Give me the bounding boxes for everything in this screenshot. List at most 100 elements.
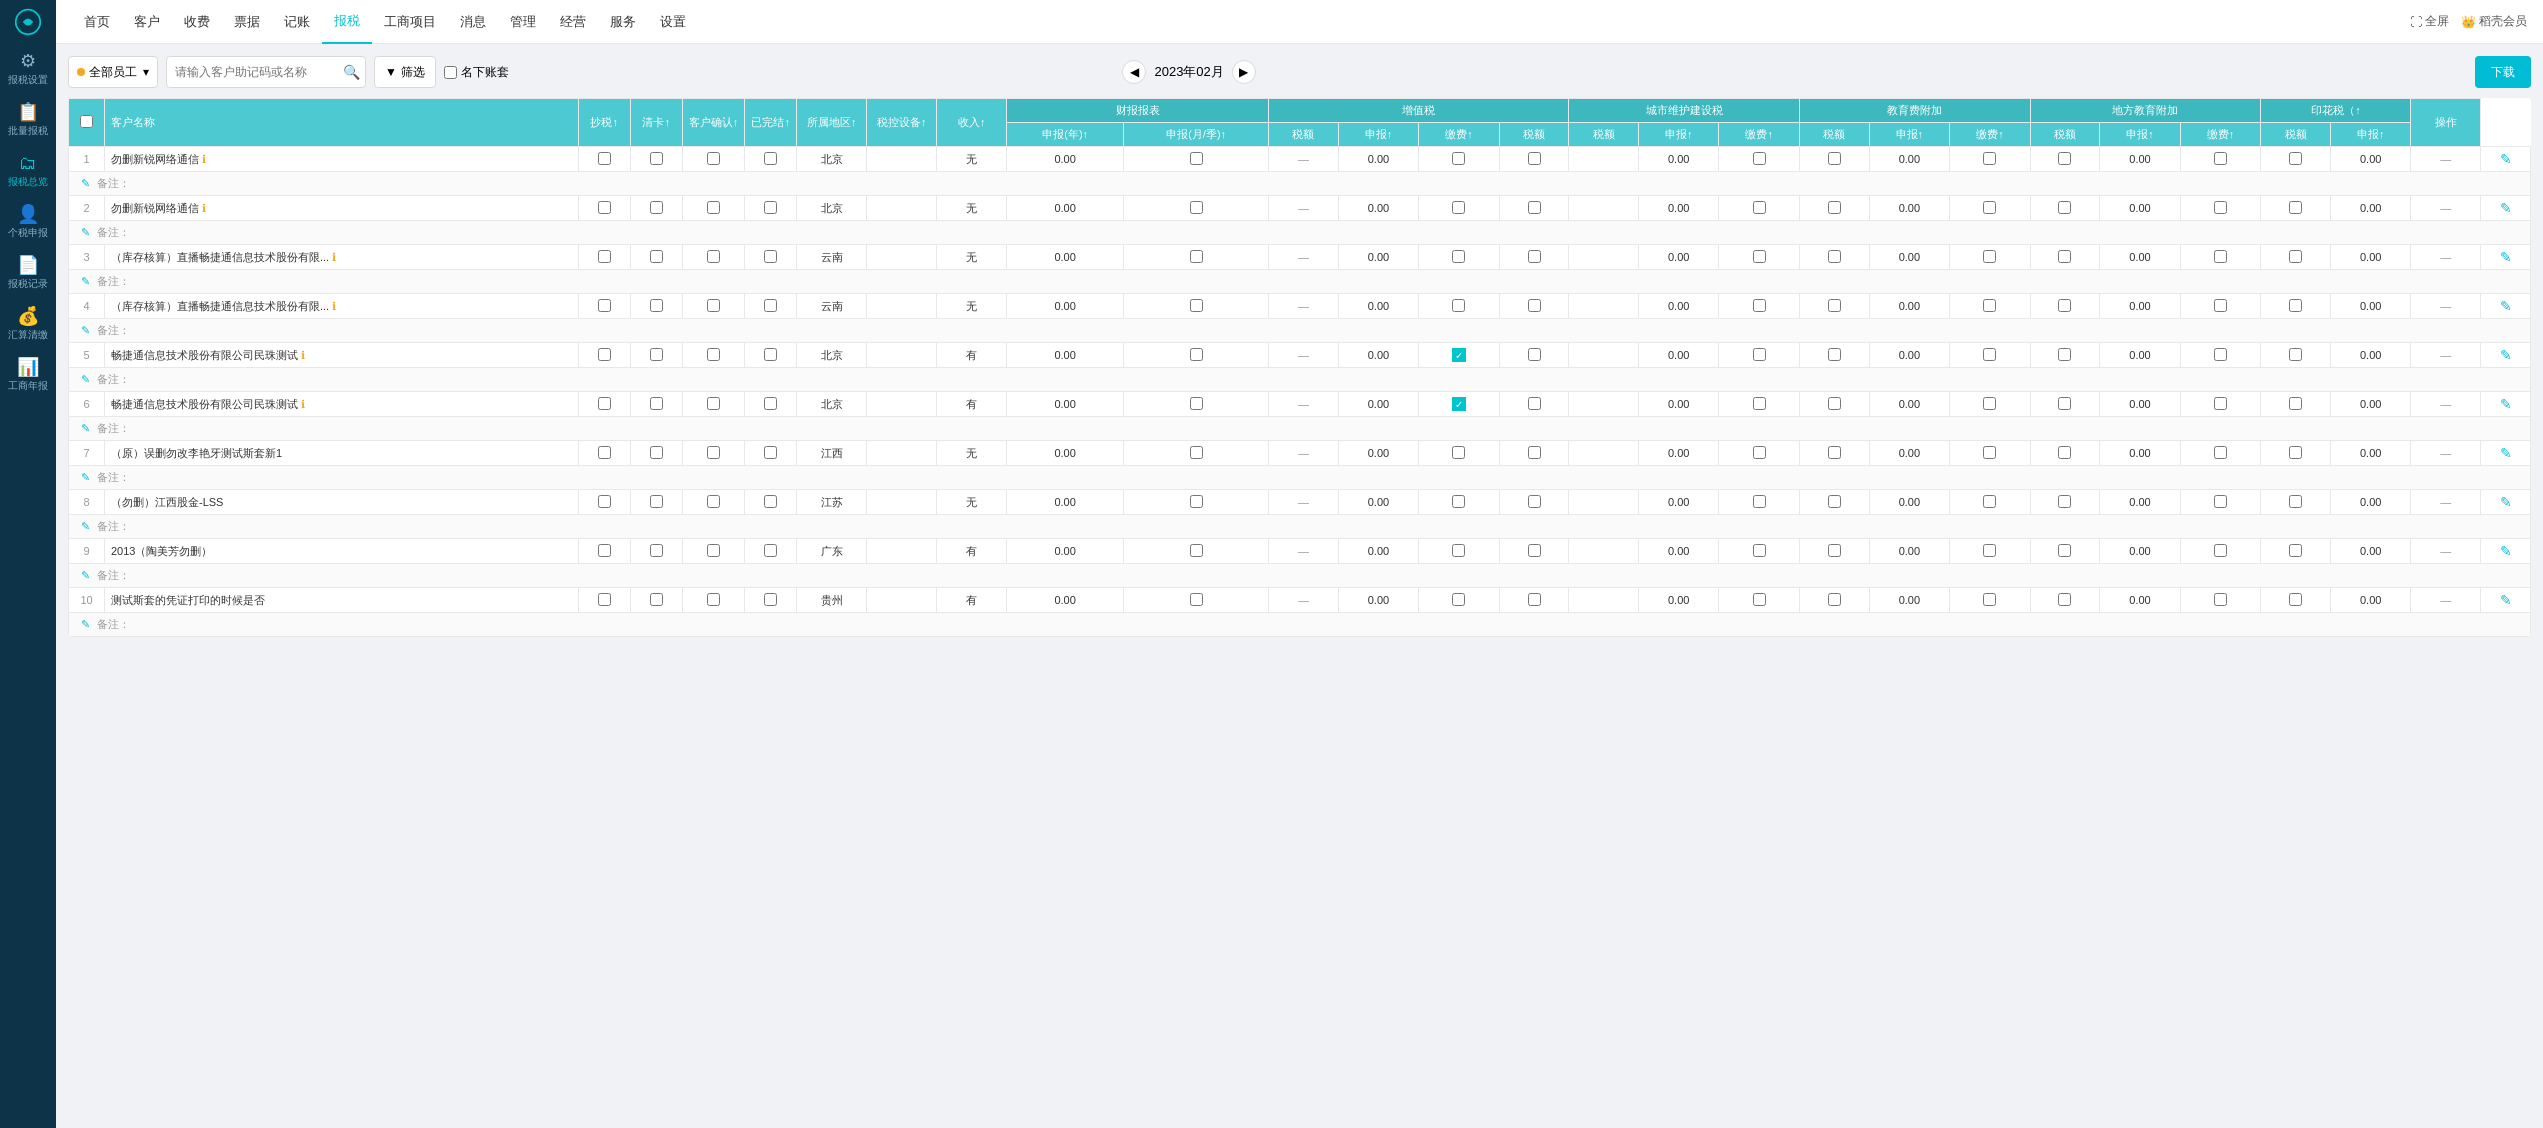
- vatpay-cb-8[interactable]: [1528, 544, 1541, 557]
- row-vat-pay-0[interactable]: [1499, 147, 1569, 172]
- citydec-cb-7[interactable]: [1753, 495, 1766, 508]
- row-clear-6[interactable]: [630, 441, 682, 466]
- row-copy-5[interactable]: [578, 392, 630, 417]
- done-checkbox-9[interactable]: [764, 593, 777, 606]
- row-localedu-pay-9[interactable]: [2261, 588, 2331, 613]
- row-city-dec-3[interactable]: [1719, 294, 1800, 319]
- row-done-0[interactable]: [745, 147, 797, 172]
- row-vat-dec-8[interactable]: [1419, 539, 1500, 564]
- row-done-2[interactable]: [745, 245, 797, 270]
- copy-checkbox-4[interactable]: [598, 348, 611, 361]
- row-localedu-pay-8[interactable]: [2261, 539, 2331, 564]
- clear-checkbox-0[interactable]: [650, 152, 663, 165]
- row-clear-4[interactable]: [630, 343, 682, 368]
- sidebar-item-tax-settings[interactable]: ⚙ 报税设置: [0, 44, 56, 95]
- nav-accounting[interactable]: 记账: [272, 0, 322, 44]
- edupay-cb-6[interactable]: [2058, 446, 2071, 459]
- row-confirm-4[interactable]: [682, 343, 745, 368]
- row-edu-dec-2[interactable]: [1950, 245, 2031, 270]
- row-city-dec-9[interactable]: [1719, 588, 1800, 613]
- row-confirm-7[interactable]: [682, 490, 745, 515]
- th-client-confirm[interactable]: 客户确认↑: [682, 99, 745, 147]
- row-edu-pay-0[interactable]: [2030, 147, 2100, 172]
- edudec-cb-8[interactable]: [1983, 544, 1996, 557]
- row-edu-dec-1[interactable]: [1950, 196, 2031, 221]
- row-actions-1[interactable]: ✎: [2481, 196, 2531, 221]
- row-copy-1[interactable]: [578, 196, 630, 221]
- nav-billing[interactable]: 收费: [172, 0, 222, 44]
- sidebar-item-annual-report[interactable]: 📊 工商年报: [0, 350, 56, 401]
- row-annual-7[interactable]: [1124, 490, 1269, 515]
- annual-cb-2[interactable]: [1190, 250, 1203, 263]
- row-vat-pay-1[interactable]: [1499, 196, 1569, 221]
- row-localedu-dec-5[interactable]: [2180, 392, 2261, 417]
- annual-cb-6[interactable]: [1190, 446, 1203, 459]
- clear-checkbox-9[interactable]: [650, 593, 663, 606]
- row-copy-2[interactable]: [578, 245, 630, 270]
- clear-checkbox-8[interactable]: [650, 544, 663, 557]
- vatpay-cb-5[interactable]: [1528, 397, 1541, 410]
- clear-checkbox-5[interactable]: [650, 397, 663, 410]
- edudec-cb-4[interactable]: [1983, 348, 1996, 361]
- copy-checkbox-3[interactable]: [598, 299, 611, 312]
- confirm-checkbox-0[interactable]: [707, 152, 720, 165]
- copy-checkbox-1[interactable]: [598, 201, 611, 214]
- search-input[interactable]: [166, 56, 366, 88]
- row-city-pay-9[interactable]: [1800, 588, 1870, 613]
- done-checkbox-5[interactable]: [764, 397, 777, 410]
- citypay-cb-4[interactable]: [1828, 348, 1841, 361]
- sidebar-item-tax-record[interactable]: 📄 报税记录: [0, 248, 56, 299]
- citydec-cb-0[interactable]: [1753, 152, 1766, 165]
- edudec-cb-2[interactable]: [1983, 250, 1996, 263]
- row-localedu-dec-0[interactable]: [2180, 147, 2261, 172]
- row-localedu-dec-4[interactable]: [2180, 343, 2261, 368]
- nav-operation[interactable]: 经营: [548, 0, 598, 44]
- clear-checkbox-2[interactable]: [650, 250, 663, 263]
- th-edu-declare[interactable]: 申报↑: [1869, 123, 1950, 147]
- row-annual-8[interactable]: [1124, 539, 1269, 564]
- th-localedu-pay[interactable]: 缴费↑: [2180, 123, 2261, 147]
- localedupay-cb-9[interactable]: [2289, 593, 2302, 606]
- row-localedu-pay-1[interactable]: [2261, 196, 2331, 221]
- row-confirm-1[interactable]: [682, 196, 745, 221]
- confirm-checkbox-5[interactable]: [707, 397, 720, 410]
- citypay-cb-6[interactable]: [1828, 446, 1841, 459]
- done-checkbox-2[interactable]: [764, 250, 777, 263]
- edit-note-icon-3[interactable]: ✎: [81, 324, 90, 336]
- annual-cb-3[interactable]: [1190, 299, 1203, 312]
- row-edu-pay-5[interactable]: [2030, 392, 2100, 417]
- row-city-dec-1[interactable]: [1719, 196, 1800, 221]
- row-localedu-dec-1[interactable]: [2180, 196, 2261, 221]
- row-vat-dec-6[interactable]: [1419, 441, 1500, 466]
- citydec-cb-2[interactable]: [1753, 250, 1766, 263]
- th-city-pay[interactable]: 缴费↑: [1719, 123, 1800, 147]
- citypay-cb-3[interactable]: [1828, 299, 1841, 312]
- row-city-dec-6[interactable]: [1719, 441, 1800, 466]
- nav-client[interactable]: 客户: [122, 0, 172, 44]
- row-annual-3[interactable]: [1124, 294, 1269, 319]
- row-edu-pay-1[interactable]: [2030, 196, 2100, 221]
- edupay-cb-4[interactable]: [2058, 348, 2071, 361]
- annual-cb-7[interactable]: [1190, 495, 1203, 508]
- edit-icon-7[interactable]: ✎: [2500, 494, 2512, 510]
- row-city-pay-0[interactable]: [1800, 147, 1870, 172]
- row-actions-9[interactable]: ✎: [2481, 588, 2531, 613]
- row-edu-dec-7[interactable]: [1950, 490, 2031, 515]
- th-tax-device[interactable]: 税控设备↑: [867, 99, 937, 147]
- vatpay-cb-1[interactable]: [1528, 201, 1541, 214]
- edit-icon-5[interactable]: ✎: [2500, 396, 2512, 412]
- filter-button[interactable]: ▼ 筛选: [374, 56, 436, 88]
- edupay-cb-9[interactable]: [2058, 593, 2071, 606]
- done-checkbox-0[interactable]: [764, 152, 777, 165]
- row-edu-dec-3[interactable]: [1950, 294, 2031, 319]
- localedudec-cb-8[interactable]: [2214, 544, 2227, 557]
- row-copy-3[interactable]: [578, 294, 630, 319]
- row-vat-dec-5[interactable]: ✓: [1419, 392, 1500, 417]
- row-vat-pay-7[interactable]: [1499, 490, 1569, 515]
- row-annual-6[interactable]: [1124, 441, 1269, 466]
- row-city-pay-7[interactable]: [1800, 490, 1870, 515]
- th-vat-pay[interactable]: 缴费↑: [1419, 123, 1500, 147]
- row-actions-4[interactable]: ✎: [2481, 343, 2531, 368]
- clear-checkbox-6[interactable]: [650, 446, 663, 459]
- employee-filter-select[interactable]: 全部员工 ▾: [68, 56, 158, 88]
